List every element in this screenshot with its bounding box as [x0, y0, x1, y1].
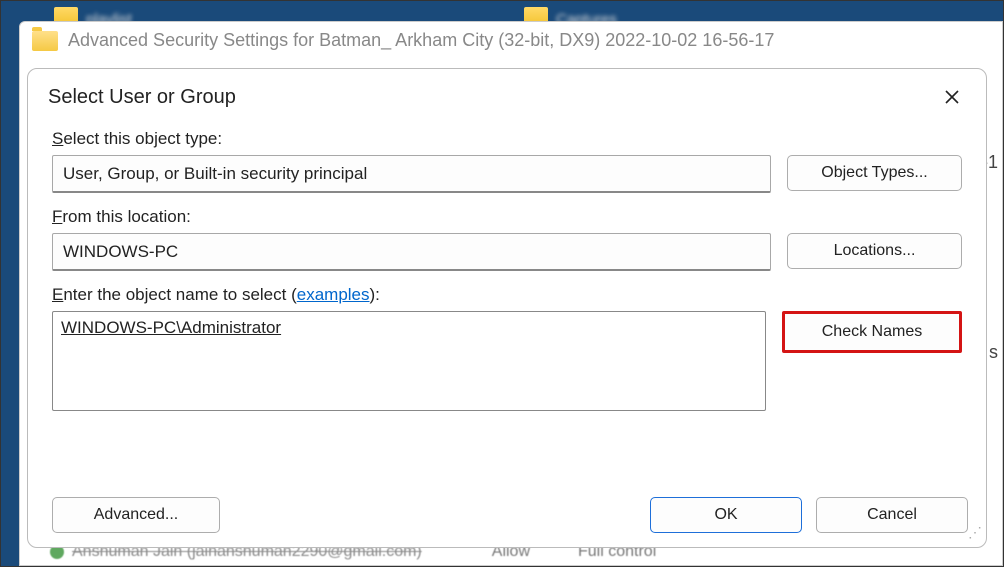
object-type-label: elect this object type: — [63, 129, 222, 148]
ok-button[interactable]: OK — [650, 497, 802, 533]
folder-icon — [32, 31, 58, 51]
object-name-label: Enter the object name to select (example… — [52, 285, 962, 305]
resize-grip-icon[interactable]: ⋰ — [968, 529, 982, 543]
examples-link[interactable]: examples — [297, 285, 370, 304]
check-names-button[interactable]: Check Names — [782, 311, 962, 353]
location-field[interactable]: WINDOWS-PC — [52, 233, 771, 271]
object-type-field[interactable]: User, Group, or Built-in security princi… — [52, 155, 771, 193]
dialog-title: Select User or Group — [48, 86, 236, 109]
select-user-or-group-dialog: Select User or Group Select this object … — [27, 68, 987, 548]
cancel-button[interactable]: Cancel — [816, 497, 968, 533]
advanced-button[interactable]: Advanced... — [52, 497, 220, 533]
locations-button[interactable]: Locations... — [787, 233, 962, 269]
parent-window-title: Advanced Security Settings for Batman_ A… — [68, 30, 774, 51]
close-button[interactable] — [938, 83, 966, 111]
object-name-input[interactable]: WINDOWS-PC\Administrator — [52, 311, 766, 411]
object-types-button[interactable]: Object Types... — [787, 155, 962, 191]
location-label: rom this location: — [62, 207, 191, 226]
close-icon — [944, 89, 960, 105]
desktop-left-edge — [1, 1, 19, 566]
parent-window-titlebar[interactable]: Advanced Security Settings for Batman_ A… — [20, 22, 1002, 59]
